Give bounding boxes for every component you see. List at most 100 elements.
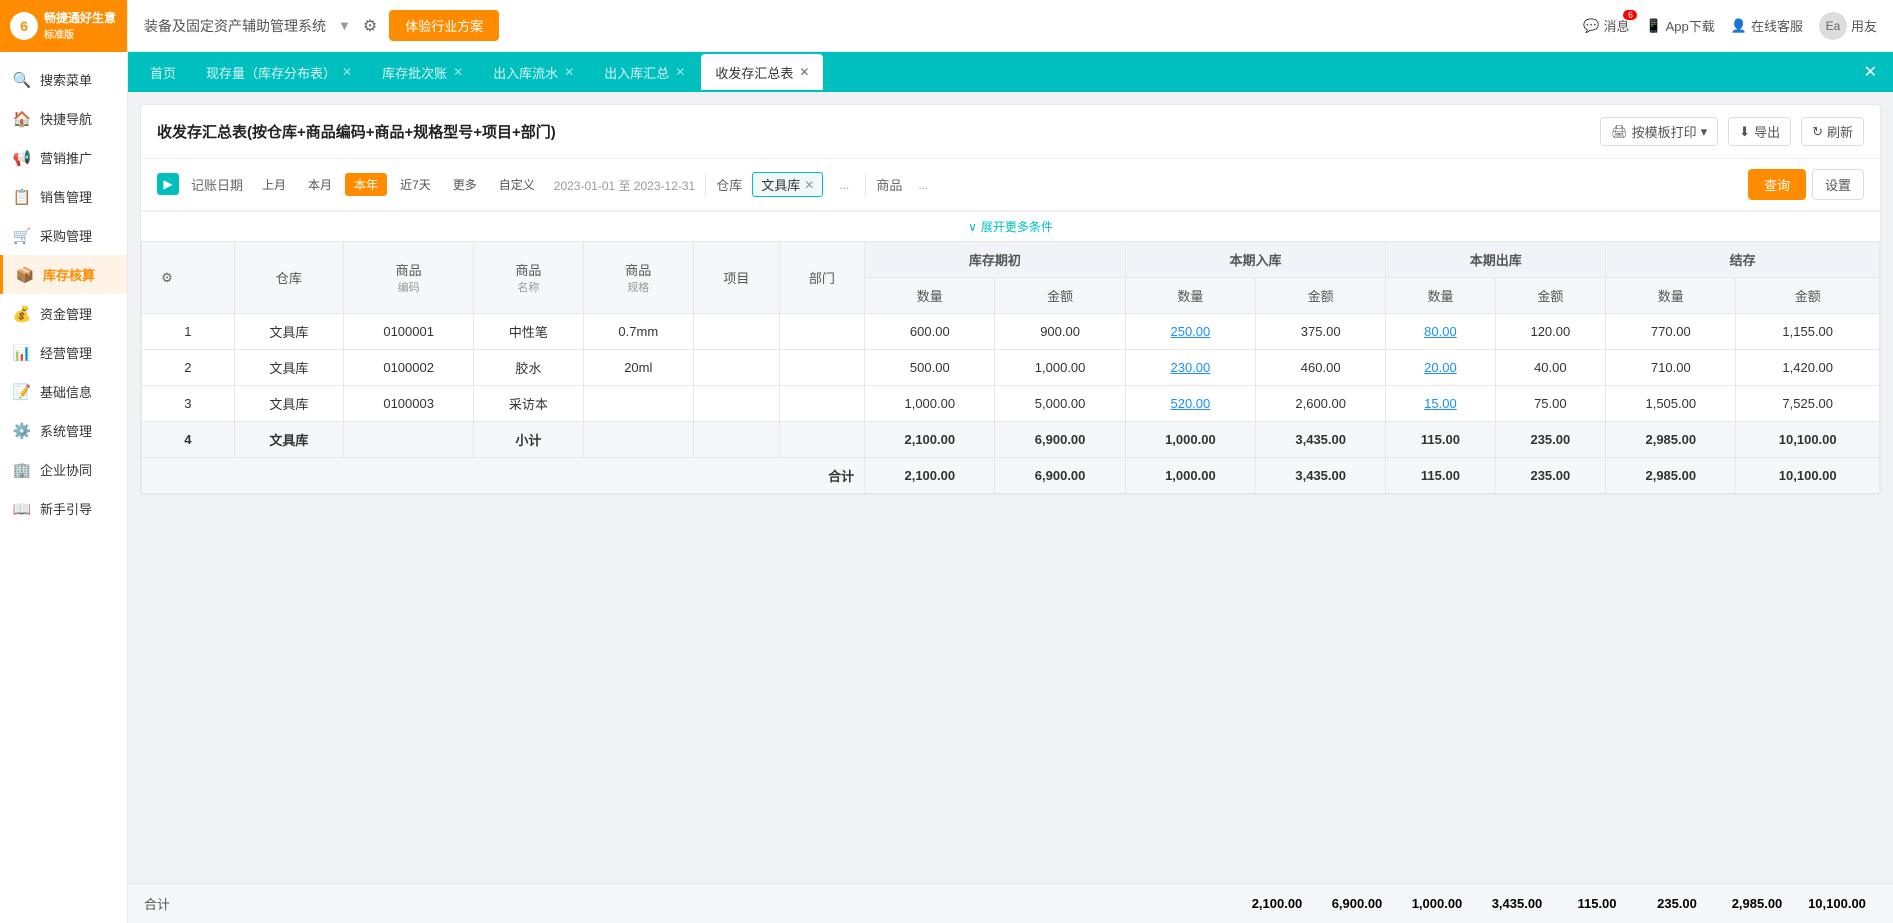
refresh-btn[interactable]: ↻ 刷新 (1801, 117, 1864, 146)
cell-goods-spec (583, 422, 694, 458)
header-right: 💬 消息 6 📱 App下载 👤 在线客服 Ea 用友 (1583, 12, 1877, 40)
tab-home[interactable]: 首页 (136, 54, 190, 90)
refresh-label: 刷新 (1827, 122, 1853, 141)
experience-btn[interactable]: 体验行业方案 (389, 10, 499, 41)
date-btn-7days[interactable]: 近7天 (391, 173, 440, 196)
cell-out-amt: 120.00 (1495, 314, 1606, 350)
home-icon: 🏠 (12, 110, 32, 128)
tab-close-icon[interactable]: ✕ (342, 65, 352, 79)
notifications-btn[interactable]: 💬 消息 6 (1583, 16, 1629, 35)
page-title: 收发存汇总表(按仓库+商品编码+商品+规格型号+项目+部门) (157, 121, 556, 142)
sidebar-item-inventory[interactable]: 📦 库存核算 (0, 255, 127, 294)
filter-settings-btn[interactable]: 设置 (1812, 169, 1864, 200)
goods-more-btn[interactable]: ... (912, 175, 934, 195)
sidebar-item-label: 企业协同 (40, 460, 92, 479)
tab-close-icon[interactable]: ✕ (675, 65, 685, 79)
filter-collapse-btn[interactable]: ▶ (157, 173, 179, 195)
sidebar-item-label: 资金管理 (40, 304, 92, 323)
sidebar-item-basic-info[interactable]: 📝 基础信息 (0, 372, 127, 411)
tab-inout-summary[interactable]: 出入库汇总 ✕ (590, 54, 699, 90)
cell-closing-amt: 10,100.00 (1736, 422, 1880, 458)
warehouse-tag-label: 文具库 (761, 175, 800, 194)
sidebar-item-operations[interactable]: 📊 经营管理 (0, 333, 127, 372)
sidebar-item-marketing[interactable]: 📢 营销推广 (0, 138, 127, 177)
sidebar-item-beginner[interactable]: 📖 新手引导 (0, 489, 127, 528)
query-btn[interactable]: 查询 (1748, 169, 1806, 200)
cell-in-qty[interactable]: 520.00 (1125, 386, 1255, 422)
sidebar-item-purchase[interactable]: 🛒 采购管理 (0, 216, 127, 255)
tab-inout-flow[interactable]: 出入库流水 ✕ (479, 54, 588, 90)
tab-close-icon[interactable]: ✕ (564, 65, 574, 79)
sidebar-item-finance[interactable]: 💰 资金管理 (0, 294, 127, 333)
cell-warehouse: 文具库 (234, 314, 343, 350)
tab-close-icon[interactable]: ✕ (799, 65, 809, 79)
cell-out-qty: 115.00 (1386, 422, 1495, 458)
cell-out-qty[interactable]: 80.00 (1386, 314, 1495, 350)
user-btn[interactable]: Ea 用友 (1819, 12, 1877, 40)
cell-warehouse: 文具库 (234, 422, 343, 458)
bottom-out-amt: 235.00 (1637, 896, 1717, 911)
sidebar-item-label: 搜索菜单 (40, 70, 92, 89)
sidebar-item-quick-nav[interactable]: 🏠 快捷导航 (0, 99, 127, 138)
tab-inout-summary-label: 出入库汇总 (604, 63, 669, 82)
bottom-in-qty: 1,000.00 (1397, 896, 1477, 911)
tab-close-icon[interactable]: ✕ (453, 65, 463, 79)
sidebar-item-label: 经营管理 (40, 343, 92, 362)
table-settings-icon[interactable]: ⚙ (152, 263, 182, 293)
date-btn-custom[interactable]: 自定义 (490, 173, 544, 196)
search-icon: 🔍 (12, 71, 32, 89)
expand-arrow-icon: ∨ (968, 220, 977, 234)
export-btn[interactable]: ⬇ 导出 (1728, 117, 1791, 146)
footer-closing-qty: 2,985.00 (1606, 458, 1736, 494)
bottom-out-qty: 115.00 (1557, 896, 1637, 911)
online-support-btn[interactable]: 👤 在线客服 (1731, 16, 1803, 35)
tab-inventory-distribution[interactable]: 现存量（库存分布表） ✕ (192, 54, 366, 90)
date-btn-this-year[interactable]: 本年 (345, 173, 387, 196)
tab-recv-send-summary[interactable]: 收发存汇总表 ✕ (701, 54, 823, 90)
sidebar-item-system[interactable]: ⚙️ 系统管理 (0, 411, 127, 450)
cell-no: 1 (142, 314, 235, 350)
settings-gear-icon[interactable]: ⚙ (363, 16, 377, 36)
cell-in-qty[interactable]: 230.00 (1125, 350, 1255, 386)
date-btn-last-month[interactable]: 上月 (253, 173, 295, 196)
sidebar-item-enterprise[interactable]: 🏢 企业协同 (0, 450, 127, 489)
cell-no: 2 (142, 350, 235, 386)
footer-opening-amt: 6,900.00 (995, 458, 1125, 494)
tab-bar-close-btn[interactable]: ✕ (1856, 58, 1885, 86)
cell-no: 4 (142, 422, 235, 458)
cell-warehouse: 文具库 (234, 386, 343, 422)
cell-opening-qty: 500.00 (865, 350, 995, 386)
sidebar-item-label: 快捷导航 (40, 109, 92, 128)
warehouse-tag-close[interactable]: ✕ (804, 178, 814, 192)
print-btn[interactable]: 🖨 按模板打印 ▾ (1600, 117, 1718, 146)
app-download-btn[interactable]: 📱 App下载 (1645, 16, 1714, 35)
cell-no: 3 (142, 386, 235, 422)
date-btn-more[interactable]: 更多 (444, 173, 486, 196)
cell-opening-amt: 900.00 (995, 314, 1125, 350)
cell-in-qty: 1,000.00 (1125, 422, 1255, 458)
cell-closing-qty: 770.00 (1606, 314, 1736, 350)
cell-goods-name: 小计 (474, 422, 583, 458)
date-btn-this-month[interactable]: 本月 (299, 173, 341, 196)
footer-label: 合计 (142, 458, 865, 494)
warehouse-more-btn[interactable]: ... (833, 175, 855, 195)
cell-closing-amt: 1,155.00 (1736, 314, 1880, 350)
sidebar-item-search[interactable]: 🔍 搜索菜单 (0, 60, 127, 99)
cell-closing-amt: 7,525.00 (1736, 386, 1880, 422)
cell-in-qty[interactable]: 250.00 (1125, 314, 1255, 350)
logo-line2: 标准版 (44, 26, 116, 41)
bottom-opening-amt: 6,900.00 (1317, 896, 1397, 911)
bottom-bar: 合计 2,100.00 6,900.00 1,000.00 3,435.00 1… (128, 883, 1893, 923)
operations-icon: 📊 (12, 344, 32, 362)
tab-batch-ledger[interactable]: 库存批次账 ✕ (368, 54, 477, 90)
sidebar: 6 畅捷通好生意 标准版 🔍 搜索菜单 🏠 快捷导航 📢 营销推广 📋 销售管理… (0, 0, 128, 923)
finance-icon: 💰 (12, 305, 32, 323)
cell-out-qty[interactable]: 20.00 (1386, 350, 1495, 386)
filter-divider (705, 173, 706, 197)
cell-goods-spec (583, 386, 694, 422)
th-opening-stock: 库存期初 (865, 242, 1126, 278)
cell-out-qty[interactable]: 15.00 (1386, 386, 1495, 422)
sidebar-item-sales[interactable]: 📋 销售管理 (0, 177, 127, 216)
cell-opening-qty: 600.00 (865, 314, 995, 350)
expand-conditions-btn[interactable]: ∨ 展开更多条件 (141, 211, 1880, 241)
